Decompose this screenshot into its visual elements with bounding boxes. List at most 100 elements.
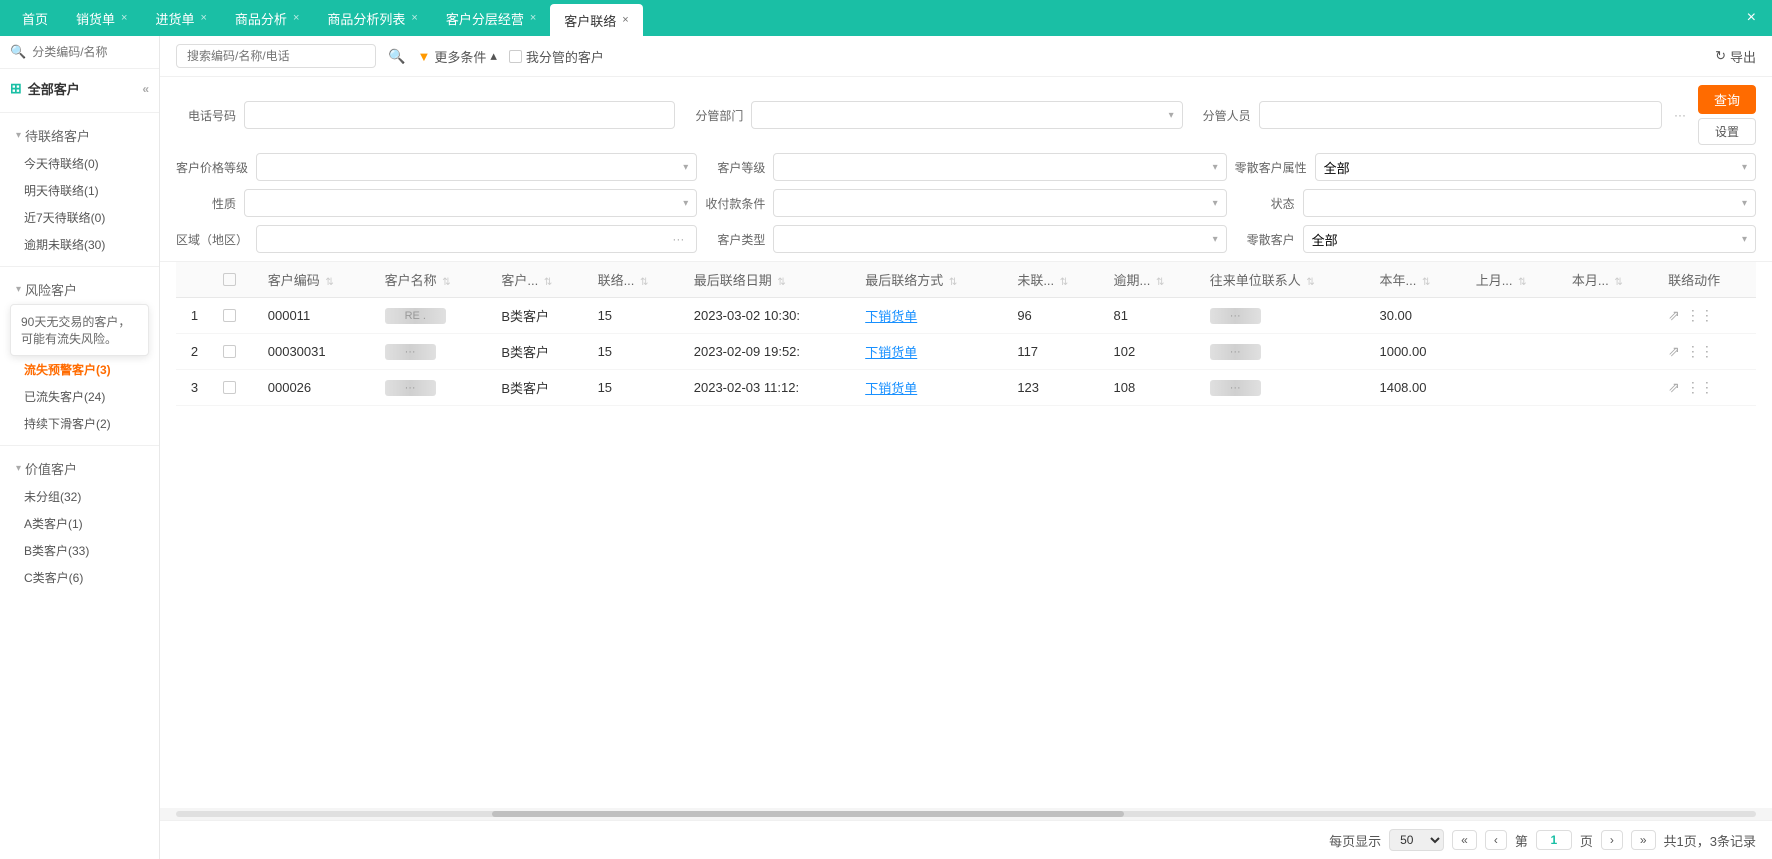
zero-retail-select[interactable]: 全部 ▾ xyxy=(1303,225,1756,253)
pending-contact-title[interactable]: ▾ 待联络客户 xyxy=(0,121,159,150)
person-blurred-1: ··· xyxy=(1210,308,1261,324)
row-checkbox-3[interactable] xyxy=(223,381,236,394)
scrollbar-thumb[interactable] xyxy=(492,811,1124,817)
at-risk-title[interactable]: ▾ 风险客户 xyxy=(0,275,159,304)
action-more-icon-1[interactable]: ⋮⋮ xyxy=(1686,307,1714,324)
level-select[interactable]: ▾ xyxy=(773,153,1226,181)
close-tab-sales[interactable]: × xyxy=(121,12,127,24)
more-conditions-button[interactable]: ▼ 更多条件 ▴ xyxy=(417,47,496,66)
close-tab-customer-segment[interactable]: × xyxy=(530,12,536,24)
my-customers-check[interactable] xyxy=(509,50,522,63)
sidebar-search-input[interactable] xyxy=(32,45,160,59)
th-code[interactable]: 客户编码 ⇅ xyxy=(258,262,375,298)
action-link-icon-1[interactable]: ⇗ xyxy=(1668,307,1680,324)
nav-prev-button[interactable]: ‹ xyxy=(1485,830,1507,850)
manager-select[interactable] xyxy=(1259,101,1662,129)
td-name-3: ··· xyxy=(375,370,492,406)
sidebar-item-c-class[interactable]: C类客户(6) xyxy=(0,564,159,591)
zero-attr-select[interactable]: 全部 ▾ xyxy=(1315,153,1756,181)
export-button[interactable]: ↻ 导出 xyxy=(1715,47,1756,66)
nav-first-button[interactable]: « xyxy=(1452,830,1477,850)
horizontal-scrollbar[interactable] xyxy=(160,808,1772,820)
sidebar-item-overdue[interactable]: 逾期未联络(30) xyxy=(0,231,159,258)
th-last-contact-date[interactable]: 最后联络日期 ⇅ xyxy=(684,262,855,298)
my-customers-checkbox[interactable]: 我分管的客户 xyxy=(509,47,604,66)
table-row: 2 00030031 ··· B类客户 15 2023-02-09 19:52:… xyxy=(176,334,1756,370)
page-number-input[interactable] xyxy=(1536,830,1572,850)
payment-select[interactable]: ▾ xyxy=(773,189,1226,217)
dept-select[interactable]: ▾ xyxy=(751,101,1182,129)
tab-purchase[interactable]: 进货单 × xyxy=(141,0,220,36)
value-customers-group: ▾ 价值客户 未分组(32) A类客户(1) B类客户(33) C类客户(6) xyxy=(0,450,159,595)
sidebar-item-ungrouped[interactable]: 未分组(32) xyxy=(0,483,159,510)
search-button[interactable]: 🔍 xyxy=(388,48,405,65)
collapse-icon[interactable]: « xyxy=(142,82,149,96)
sidebar-item-tomorrow[interactable]: 明天待联络(1) xyxy=(0,177,159,204)
close-tab-purchase[interactable]: × xyxy=(200,12,206,24)
method-link-2[interactable]: 下销货单 xyxy=(865,345,917,360)
customer-type-select[interactable]: ▾ xyxy=(773,225,1226,253)
scrollbar-track xyxy=(176,811,1756,817)
all-customers-header[interactable]: ⊞ 全部客户 « xyxy=(0,73,159,104)
status-select[interactable]: ▾ xyxy=(1303,189,1756,217)
tab-home[interactable]: 首页 xyxy=(8,0,62,36)
status-field: 状态 ▾ xyxy=(1235,189,1756,217)
row-checkbox-2[interactable] xyxy=(223,345,236,358)
global-close-button[interactable]: × xyxy=(1739,9,1764,27)
region-dots[interactable]: ··· xyxy=(668,232,688,246)
phone-input[interactable] xyxy=(244,101,675,129)
per-page-select[interactable]: 50 20 100 xyxy=(1389,829,1444,851)
th-last-month[interactable]: 上月... ⇅ xyxy=(1466,262,1562,298)
tab-product-analysis[interactable]: 商品分析 × xyxy=(221,0,313,36)
tab-customer-segment[interactable]: 客户分层经营 × xyxy=(432,0,550,36)
close-tab-customer-contact[interactable]: × xyxy=(622,14,628,26)
query-button[interactable]: 查询 xyxy=(1698,85,1756,114)
action-link-icon-3[interactable]: ⇗ xyxy=(1668,379,1680,396)
close-tab-product-analysis[interactable]: × xyxy=(293,12,299,24)
th-no-contact[interactable]: 未联... ⇅ xyxy=(1007,262,1103,298)
action-more-icon-3[interactable]: ⋮⋮ xyxy=(1686,379,1714,396)
gender-select[interactable]: ▾ xyxy=(244,189,697,217)
action-more-icon-2[interactable]: ⋮⋮ xyxy=(1686,343,1714,360)
sidebar-item-churned[interactable]: 已流失客户(24) xyxy=(0,383,159,410)
sidebar-item-today[interactable]: 今天待联络(0) xyxy=(0,150,159,177)
th-contact-person[interactable]: 往来单位联系人 ⇅ xyxy=(1200,262,1370,298)
sidebar-item-b-class[interactable]: B类客户(33) xyxy=(0,537,159,564)
select-all-checkbox[interactable] xyxy=(223,273,236,286)
method-link-1[interactable]: 下销货单 xyxy=(865,309,917,324)
price-level-select[interactable]: ▾ xyxy=(256,153,697,181)
sort-lastmonth-icon: ⇅ xyxy=(1518,277,1526,288)
th-contact[interactable]: 联络... ⇅ xyxy=(588,262,684,298)
nav-next-button[interactable]: › xyxy=(1601,830,1623,850)
tab-customer-contact[interactable]: 客户联络 × xyxy=(550,4,642,36)
tab-sales[interactable]: 销货单 × xyxy=(62,0,141,36)
sidebar-item-a-class[interactable]: A类客户(1) xyxy=(0,510,159,537)
td-date-1: 2023-03-02 10:30: xyxy=(684,298,855,334)
sidebar-item-7days[interactable]: 近7天待联络(0) xyxy=(0,204,159,231)
th-overdue[interactable]: 逾期... ⇅ xyxy=(1104,262,1200,298)
action-link-icon-2[interactable]: ⇗ xyxy=(1668,343,1680,360)
manager-dots[interactable]: ··· xyxy=(1670,108,1690,122)
gender-arrow: ▾ xyxy=(683,198,688,209)
nav-last-button[interactable]: » xyxy=(1631,830,1656,850)
sidebar-item-declining[interactable]: 持续下滑客户(2) xyxy=(0,410,159,437)
th-type[interactable]: 客户... ⇅ xyxy=(491,262,587,298)
td-person-2: ··· xyxy=(1200,334,1370,370)
pending-contact-group: ▾ 待联络客户 今天待联络(0) 明天待联络(1) 近7天待联络(0) 逾期未联… xyxy=(0,117,159,262)
method-link-3[interactable]: 下销货单 xyxy=(865,381,917,396)
th-name[interactable]: 客户名称 ⇅ xyxy=(375,262,492,298)
search-input[interactable] xyxy=(176,44,376,68)
sidebar-item-churn-warning[interactable]: 流失预警客户(3) xyxy=(0,356,159,383)
tab-product-analysis-list[interactable]: 商品分析列表 × xyxy=(313,0,431,36)
th-last-contact-method[interactable]: 最后联络方式 ⇅ xyxy=(855,262,1007,298)
row-checkbox-1[interactable] xyxy=(223,309,236,322)
td-contact-3: 15 xyxy=(588,370,684,406)
region-select[interactable]: ··· xyxy=(256,225,697,253)
th-this-month[interactable]: 本月... ⇅ xyxy=(1562,262,1658,298)
status-label: 状态 xyxy=(1235,195,1295,212)
zero-attr-label: 零散客户属性 xyxy=(1235,159,1307,176)
close-tab-product-analysis-list[interactable]: × xyxy=(411,12,417,24)
th-this-year[interactable]: 本年... ⇅ xyxy=(1369,262,1465,298)
settings-button[interactable]: 设置 xyxy=(1698,118,1756,145)
value-customers-title[interactable]: ▾ 价值客户 xyxy=(0,454,159,483)
